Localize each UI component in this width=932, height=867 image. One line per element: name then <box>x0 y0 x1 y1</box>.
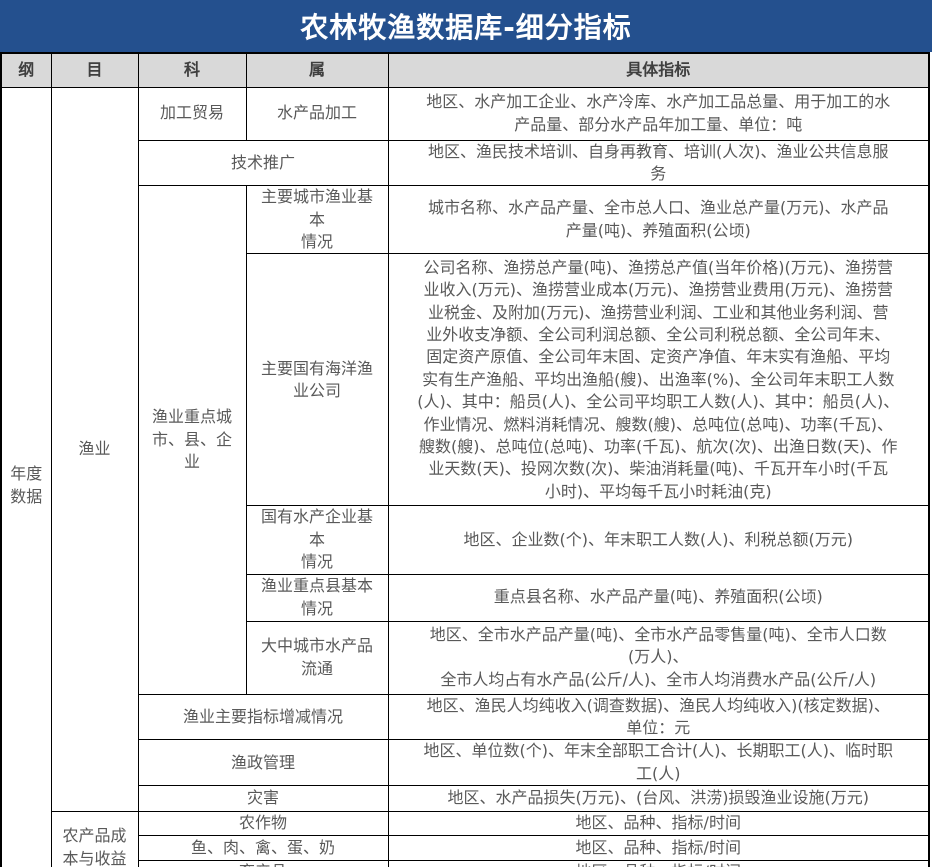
cell-order-fishery: 渔业 <box>50 86 139 813</box>
cell-indicators-fishery-administration: 地区、单位数(个)、年末全部职工合计(人)、长期职工(人)、临时职 工(人) <box>387 739 930 787</box>
table-row: 渔政管理 地区、单位数(个)、年末全部职工合计(人)、长期职工(人)、临时职 工… <box>1 739 930 787</box>
cell-family-processing-trade: 加工贸易 <box>137 86 247 141</box>
cell-indicators-aquatic-processing: 地区、水产加工企业、水产冷库、水产加工品总量、用于加工的水 产品量、部分水产品年… <box>387 86 930 141</box>
cell-family-disaster: 灾害 <box>137 785 389 813</box>
cell-genus-state-aquatic-enterprise: 国有水产企业基 本 情况 <box>245 505 389 575</box>
cell-indicators-disaster: 地区、水产品损失(万元)、(台风、洪涝)损毁渔业设施(万元) <box>387 785 930 813</box>
column-header-genus: 属 <box>245 52 389 88</box>
page-title: 农林牧渔数据库-细分指标 <box>300 11 632 44</box>
cell-indicators-crops: 地区、品种、指标/时间 <box>387 811 930 837</box>
cell-indicators-livestock-products: 地区、品种、指标/时间 <box>387 860 930 867</box>
cell-class-annual-data: 年度 数据 <box>0 86 52 867</box>
table-row: 渔业重点城 市、县、企 业 主要城市渔业基 本 情况 城市名称、水产品产量、全市… <box>1 185 930 695</box>
cell-family-fish-meat-poultry-eggs-milk: 鱼、肉、禽、蛋、奶 <box>137 835 389 862</box>
cell-indicators-state-aquatic-enterprise: 地区、企业数(个)、年末职工人数(人)、利税总额(万元) <box>387 505 930 575</box>
cell-genus-state-marine-company: 主要国有海洋渔 业公司 <box>245 253 389 507</box>
cell-indicators-fish-meat-poultry-eggs-milk: 地区、品种、指标/时间 <box>387 835 930 862</box>
cell-indicators-key-county-basic: 重点县名称、水产品产量(吨)、养殖面积(公顷) <box>387 573 930 622</box>
column-header-order: 目 <box>50 52 139 88</box>
table-row: 鱼、肉、禽、蛋、奶 地区、品种、指标/时间 <box>1 835 930 862</box>
cell-genus-city-fishery-basic: 主要城市渔业基 本 情况 <box>245 185 389 255</box>
cell-family-indicator-changes: 渔业主要指标增减情况 <box>137 693 389 741</box>
cell-genus-key-county-basic: 渔业重点县基本 情况 <box>245 573 389 622</box>
column-header-indicators: 具体指标 <box>387 52 930 88</box>
cell-family-tech-promotion: 技术推广 <box>137 139 389 187</box>
cell-indicators-state-marine-company: 公司名称、渔捞总产量(吨)、渔捞总产值(当年价格)(万元)、渔捞营 业收入(万元… <box>387 253 930 507</box>
cell-indicators-city-fishery-basic: 城市名称、水产品产量、全市总人口、渔业总产量(万元)、水产品 产量(吨)、养殖面… <box>387 185 930 255</box>
cell-indicators-indicator-changes: 地区、渔民人均纯收入(调查数据)、渔民人均纯收入)(核定数据)、 单位：元 <box>387 693 930 741</box>
title-bar: 农林牧渔数据库-细分指标 <box>0 0 932 52</box>
column-header-class: 纲 <box>0 52 52 88</box>
table-row: 年度 数据 渔业 加工贸易 水产品加工 地区、水产加工企业、水产冷库、水产加工品… <box>0 86 930 867</box>
table-row: 技术推广 地区、渔民技术培训、自身再教育、培训(人次)、渔业公共信息服 务 <box>1 139 930 187</box>
column-header-family: 科 <box>137 52 247 88</box>
table-row: 渔业主要指标增减情况 地区、渔民人均纯收入(调查数据)、渔民人均纯收入)(核定数… <box>1 693 930 741</box>
table-row: 农产品成 本与收益 农作物 地区、品种、指标/时间 <box>1 811 930 867</box>
cell-genus-city-aquatic-circulation: 大中城市水产品 流通 <box>245 620 389 695</box>
cell-family-livestock-products: 畜产品 <box>137 860 389 867</box>
database-indicator-page: 农林牧渔数据库-细分指标 纲 目 科 属 具体指标 年度 数据 渔业 加工贸易 … <box>0 0 932 867</box>
cell-indicators-tech-promotion: 地区、渔民技术培训、自身再教育、培训(人次)、渔业公共信息服 务 <box>387 139 930 187</box>
cell-family-key-cities-counties: 渔业重点城 市、县、企 业 <box>137 185 247 695</box>
indicators-table: 纲 目 科 属 具体指标 年度 数据 渔业 加工贸易 水产品加工 地区、水产加工… <box>0 52 930 867</box>
table-row: 畜产品 地区、品种、指标/时间 <box>1 860 930 867</box>
cell-indicators-city-aquatic-circulation: 地区、全市水产品产量(吨)、全市水产品零售量(吨)、全市人口数 (万人)、 全市… <box>387 620 930 695</box>
header-row: 纲 目 科 属 具体指标 <box>0 52 930 88</box>
table-row: 灾害 地区、水产品损失(万元)、(台风、洪涝)损毁渔业设施(万元) <box>1 785 930 813</box>
cell-genus-aquatic-processing: 水产品加工 <box>245 86 389 141</box>
cell-order-agri-cost-benefit: 农产品成 本与收益 <box>50 811 139 867</box>
cell-family-crops: 农作物 <box>137 811 389 837</box>
cell-family-fishery-administration: 渔政管理 <box>137 739 389 787</box>
